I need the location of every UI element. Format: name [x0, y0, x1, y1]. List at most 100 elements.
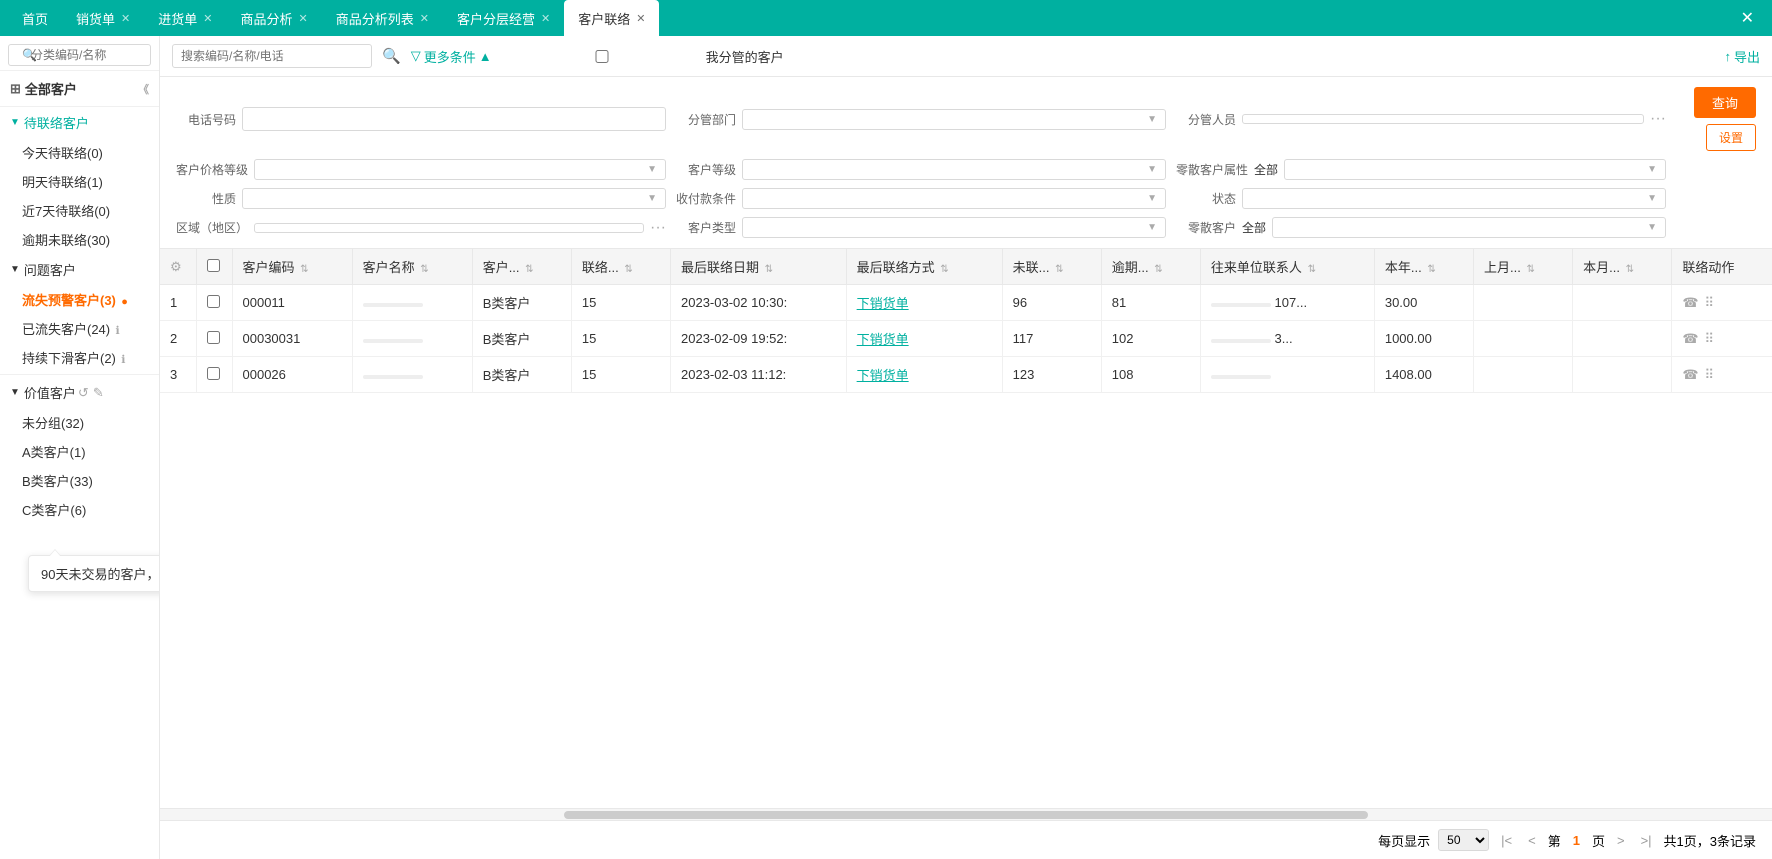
phone-input[interactable] — [242, 107, 666, 131]
sort-overdue-icon[interactable]: ⇅ — [1154, 264, 1162, 275]
sidebar-item-a-class[interactable]: A类客户(1) — [0, 437, 159, 466]
data-table: ⚙ 客户编码 ⇅ 客户名称 ⇅ — [160, 249, 1772, 393]
prev-page-btn[interactable]: < — [1524, 831, 1540, 850]
sidebar-group-value[interactable]: ▼ 价值客户 ↺ ✎ — [0, 377, 159, 408]
region-select[interactable] — [254, 223, 644, 233]
zero-customer-select[interactable]: ▼ — [1272, 217, 1666, 238]
row3-contact-icon[interactable]: ☎ — [1682, 367, 1698, 383]
row1-action: ☎ ⠿ — [1672, 285, 1772, 321]
dept-select[interactable]: ▼ — [742, 109, 1166, 130]
person-more-btn[interactable]: ··· — [1650, 110, 1666, 128]
row2-select[interactable] — [207, 331, 220, 344]
row1-method-link[interactable]: 下销货单 — [857, 296, 909, 311]
tab-sales[interactable]: 销货单 ✕ — [62, 0, 144, 36]
select-all-checkbox[interactable] — [207, 259, 220, 272]
scroll-thumb[interactable] — [564, 811, 1368, 819]
tab-customer-segment[interactable]: 客户分层经营 ✕ — [443, 0, 564, 36]
row2-method-link[interactable]: 下销货单 — [857, 332, 909, 347]
sidebar-item-churn-warn[interactable]: 流失预警客户(3) ● — [0, 285, 159, 314]
tab-customer-contact[interactable]: 客户联络 ✕ — [564, 0, 659, 36]
per-page-select[interactable]: 50 20 100 — [1438, 829, 1489, 851]
my-customers-checkbox-label[interactable]: 我分管的客户 — [502, 47, 784, 66]
sidebar-item-b-class[interactable]: B类客户(33) — [0, 466, 159, 495]
scroll-indicator[interactable] — [160, 808, 1772, 820]
sidebar-group-pending[interactable]: ▼ 待联络客户 — [0, 107, 159, 138]
edit-icon[interactable]: ✎ — [93, 385, 104, 401]
gear-icon[interactable]: ⚙ — [170, 259, 182, 274]
row1-person-blurred — [1211, 303, 1271, 307]
price-level-select[interactable]: ▼ — [254, 159, 666, 180]
tab-analysis-close[interactable]: ✕ — [299, 12, 308, 25]
sidebar-search-input[interactable] — [8, 44, 151, 66]
sidebar-item-ungroup[interactable]: 未分组(32) — [0, 408, 159, 437]
sidebar-item-churned[interactable]: 已流失客户(24) ℹ — [0, 314, 159, 343]
tab-analysis-list-close[interactable]: ✕ — [420, 12, 429, 25]
row2-name — [352, 321, 472, 357]
sidebar-item-overdue[interactable]: 逾期未联络(30) — [0, 225, 159, 254]
row3-select[interactable] — [207, 367, 220, 380]
refresh-icon[interactable]: ↺ — [78, 385, 89, 401]
row1-more-icon[interactable]: ⠿ — [1705, 295, 1715, 311]
tab-purchase-close[interactable]: ✕ — [203, 12, 212, 25]
tab-home[interactable]: 首页 — [8, 0, 62, 36]
row1-select[interactable] — [207, 295, 220, 308]
filter-search-btn[interactable]: 🔍 — [382, 47, 401, 65]
tab-sales-close[interactable]: ✕ — [121, 12, 130, 25]
zero-attr-select[interactable]: ▼ — [1284, 159, 1666, 180]
row2-contact-icon[interactable]: ☎ — [1682, 331, 1698, 347]
phone-label: 电话号码 — [176, 111, 236, 128]
sort-lastmonth-icon[interactable]: ⇅ — [1526, 264, 1534, 275]
sort-date-icon[interactable]: ⇅ — [765, 264, 773, 275]
search-input[interactable] — [172, 44, 372, 68]
tab-analysis[interactable]: 商品分析 ✕ — [226, 0, 321, 36]
sidebar-item-tomorrow[interactable]: 明天待联络(1) — [0, 167, 159, 196]
per-page-label: 每页显示 — [1378, 831, 1430, 850]
query-btn[interactable]: 查询 — [1694, 87, 1756, 118]
content-area: 🔍 ▽ 更多条件 ▲ 我分管的客户 ↑ 导出 电话号码 — [160, 36, 1772, 859]
tab-customer-segment-close[interactable]: ✕ — [541, 12, 550, 25]
filter-field-customer-type: 客户类型 ▼ — [676, 217, 1166, 238]
sort-uncontact-icon[interactable]: ⇅ — [1055, 264, 1063, 275]
settings-btn[interactable]: 设置 — [1706, 124, 1756, 151]
customer-type-select[interactable]: ▼ — [742, 217, 1166, 238]
row1-last-date: 2023-03-02 10:30: — [671, 285, 847, 321]
row2-seq: 2 — [160, 321, 196, 357]
region-more-btn[interactable]: ··· — [650, 219, 666, 237]
next-page-btn[interactable]: > — [1613, 831, 1629, 850]
sort-year-icon[interactable]: ⇅ — [1427, 264, 1435, 275]
tab-purchase[interactable]: 进货单 ✕ — [144, 0, 226, 36]
sidebar-group-problem[interactable]: ▼ 问题客户 — [0, 254, 159, 285]
sidebar-item-7days[interactable]: 近7天待联络(0) — [0, 196, 159, 225]
sort-name-icon[interactable]: ⇅ — [420, 264, 428, 275]
filter-more-btn[interactable]: ▽ 更多条件 ▲ — [411, 47, 492, 66]
sidebar-item-c-class[interactable]: C类客户(6) — [0, 495, 159, 524]
sidebar-item-declining[interactable]: 持续下滑客户(2) ℹ — [0, 343, 159, 372]
sort-contact-icon[interactable]: ⇅ — [624, 264, 632, 275]
row3-last-method: 下销货单 — [846, 357, 1002, 393]
sidebar-item-today[interactable]: 今天待联络(0) — [0, 138, 159, 167]
table-row: 1 000011 B类客户 15 2023-03-02 10:30: 下销货单 … — [160, 285, 1772, 321]
row3-method-link[interactable]: 下销货单 — [857, 368, 909, 383]
gender-select[interactable]: ▼ — [242, 188, 666, 209]
person-select[interactable] — [1242, 114, 1644, 124]
last-page-btn[interactable]: >| — [1637, 831, 1656, 850]
row2-more-icon[interactable]: ⠿ — [1705, 331, 1715, 347]
tab-customer-contact-close[interactable]: ✕ — [636, 12, 645, 25]
level-select[interactable]: ▼ — [742, 159, 1166, 180]
sort-person-icon[interactable]: ⇅ — [1308, 264, 1316, 275]
payment-select[interactable]: ▼ — [742, 188, 1166, 209]
sort-type-icon[interactable]: ⇅ — [525, 264, 533, 275]
row3-contact-person — [1200, 357, 1374, 393]
sidebar-all-customers[interactable]: ⊞ 全部客户 《 — [0, 71, 159, 107]
status-select[interactable]: ▼ — [1242, 188, 1666, 209]
sort-thismonth-icon[interactable]: ⇅ — [1626, 264, 1634, 275]
row3-more-icon[interactable]: ⠿ — [1705, 367, 1715, 383]
export-btn[interactable]: ↑ 导出 — [1724, 47, 1760, 66]
first-page-btn[interactable]: |< — [1497, 831, 1516, 850]
my-customers-checkbox[interactable] — [502, 50, 702, 63]
tab-analysis-list[interactable]: 商品分析列表 ✕ — [322, 0, 443, 36]
window-close-btn[interactable]: ✕ — [1731, 8, 1764, 28]
sort-method-icon[interactable]: ⇅ — [940, 264, 948, 275]
sort-code-icon[interactable]: ⇅ — [300, 264, 308, 275]
row1-contact-icon[interactable]: ☎ — [1682, 295, 1698, 311]
